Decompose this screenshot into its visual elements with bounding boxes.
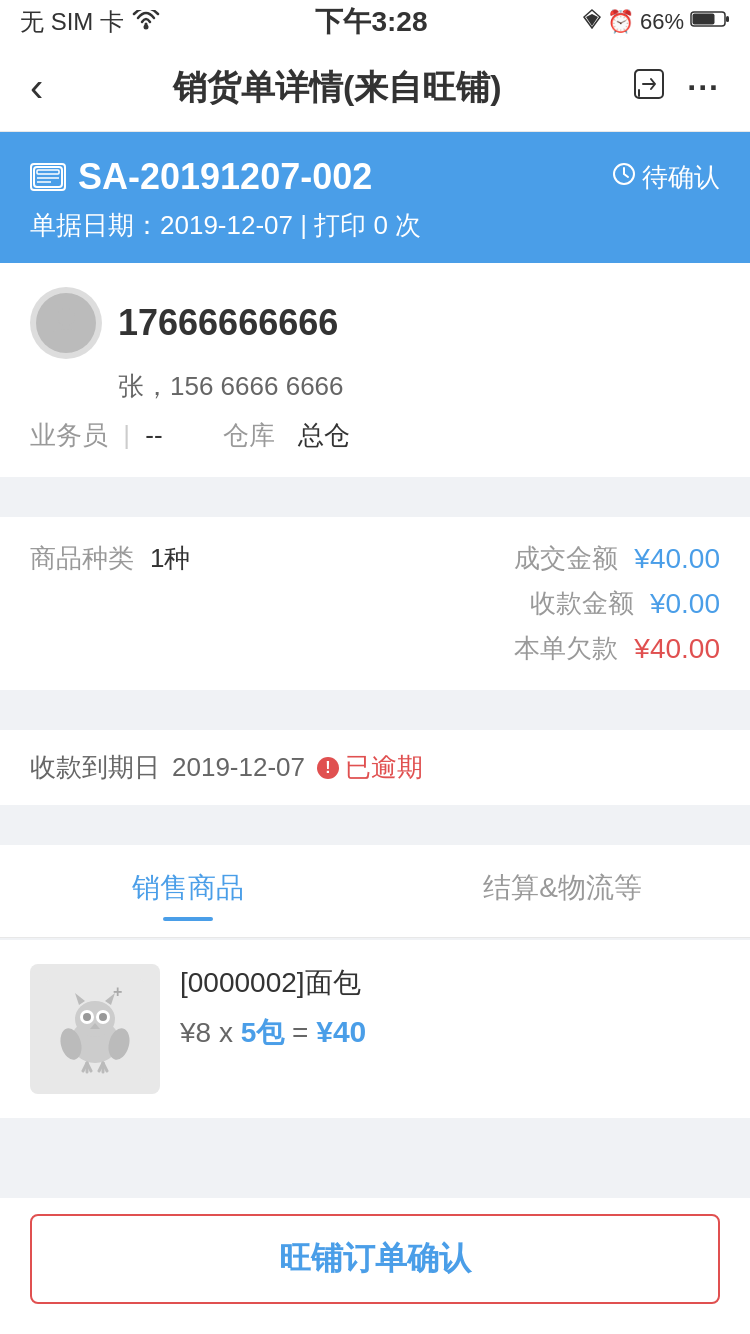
product-thumbnail: + <box>30 964 160 1094</box>
product-item: + [0000002]面包 ¥8 x 5包 = ¥40 <box>30 964 720 1094</box>
alarm-icon: ⏰ <box>607 9 634 35</box>
collected-amount-label: 收款金额 <box>530 586 634 621</box>
tab-sales-products-label: 销售商品 <box>132 869 244 907</box>
owed-amount-value: ¥40.00 <box>634 633 720 665</box>
tab-sales-products[interactable]: 销售商品 <box>0 845 375 937</box>
sales-rep-value: -- <box>145 420 162 450</box>
owed-amount-label: 本单欠款 <box>514 631 618 666</box>
wifi-icon <box>132 8 160 36</box>
order-id: SA-20191207-002 <box>30 156 372 198</box>
customer-name: 张，156 6666 6666 <box>118 369 720 404</box>
warehouse-label: 仓库 <box>223 420 275 450</box>
product-types-value: 1种 <box>150 541 190 576</box>
order-date: 单据日期：2019-12-07 | 打印 0 次 <box>30 208 720 243</box>
customer-phone: 17666666666 <box>118 302 338 344</box>
warehouse-value: 总仓 <box>298 420 350 450</box>
battery-icon <box>690 9 730 35</box>
product-name: [0000002]面包 <box>180 964 720 1002</box>
divider-2 <box>0 690 750 710</box>
divider-1 <box>0 477 750 497</box>
order-status: 待确认 <box>612 160 720 195</box>
page-title: 销货单详情(来自旺铺) <box>173 65 502 111</box>
tab-settlement[interactable]: 结算&物流等 <box>375 845 750 937</box>
deal-amount-value: ¥40.00 <box>634 543 720 575</box>
svg-point-0 <box>144 25 149 30</box>
overdue-badge: ! 已逾期 <box>317 750 423 785</box>
back-button[interactable]: ‹ <box>30 65 43 110</box>
product-info: [0000002]面包 ¥8 x 5包 = ¥40 <box>180 964 720 1052</box>
sales-rep-label: 业务员 <box>30 420 108 450</box>
product-types-label: 商品种类 <box>30 541 134 576</box>
status-left: 无 SIM 卡 <box>20 6 160 38</box>
confirm-button[interactable]: 旺铺订单确认 <box>30 1214 720 1304</box>
battery-label: 66% <box>640 9 684 35</box>
customer-section: 17666666666 张，156 6666 6666 业务员 | -- 仓库 … <box>0 263 750 477</box>
due-date-label: 收款到期日 <box>30 750 160 785</box>
tab-settlement-label: 结算&物流等 <box>483 869 642 907</box>
svg-point-10 <box>57 308 75 326</box>
svg-rect-6 <box>37 170 59 174</box>
order-header: SA-20191207-002 待确认 单据日期：2019-12-07 | 打印… <box>0 132 750 263</box>
avatar <box>30 287 102 359</box>
carrier-label: 无 SIM 卡 <box>20 6 124 38</box>
status-bar: 无 SIM 卡 下午3:28 ⏰ 66% <box>0 0 750 44</box>
product-total: ¥40 <box>316 1015 366 1048</box>
location-icon <box>583 9 601 35</box>
svg-text:+: + <box>113 983 122 1000</box>
collected-amount-value: ¥0.00 <box>650 588 720 620</box>
svg-point-19 <box>99 1013 107 1021</box>
due-section: 收款到期日 2019-12-07 ! 已逾期 <box>0 730 750 805</box>
bottom-bar: 旺铺订单确认 <box>0 1198 750 1334</box>
tabs-container: 销售商品 结算&物流等 <box>0 845 750 938</box>
status-time: 下午3:28 <box>315 3 427 41</box>
svg-point-18 <box>83 1013 91 1021</box>
product-qty: 5包 <box>241 1017 285 1048</box>
more-icon[interactable]: ··· <box>687 69 720 106</box>
svg-rect-2 <box>692 14 714 25</box>
product-price: ¥8 x 5包 = ¥40 <box>180 1014 720 1052</box>
due-date-value: 2019-12-07 <box>172 752 305 783</box>
share-icon[interactable] <box>631 66 667 109</box>
summary-section: 商品种类 1种 成交金额 ¥40.00 收款金额 ¥0.00 本单欠款 ¥40.… <box>0 517 750 690</box>
divider-3 <box>0 805 750 825</box>
overdue-icon: ! <box>317 757 339 779</box>
deal-amount-label: 成交金额 <box>514 541 618 576</box>
svg-rect-3 <box>726 16 729 22</box>
overdue-label: 已逾期 <box>345 750 423 785</box>
tab-active-indicator <box>163 917 213 921</box>
nav-actions: ··· <box>631 66 720 109</box>
products-section: + [0000002]面包 ¥8 x 5包 = ¥40 <box>0 940 750 1118</box>
nav-bar: ‹ 销货单详情(来自旺铺) ··· <box>0 44 750 132</box>
status-right: ⏰ 66% <box>583 9 730 35</box>
clock-icon <box>612 162 636 193</box>
order-icon <box>30 163 66 191</box>
